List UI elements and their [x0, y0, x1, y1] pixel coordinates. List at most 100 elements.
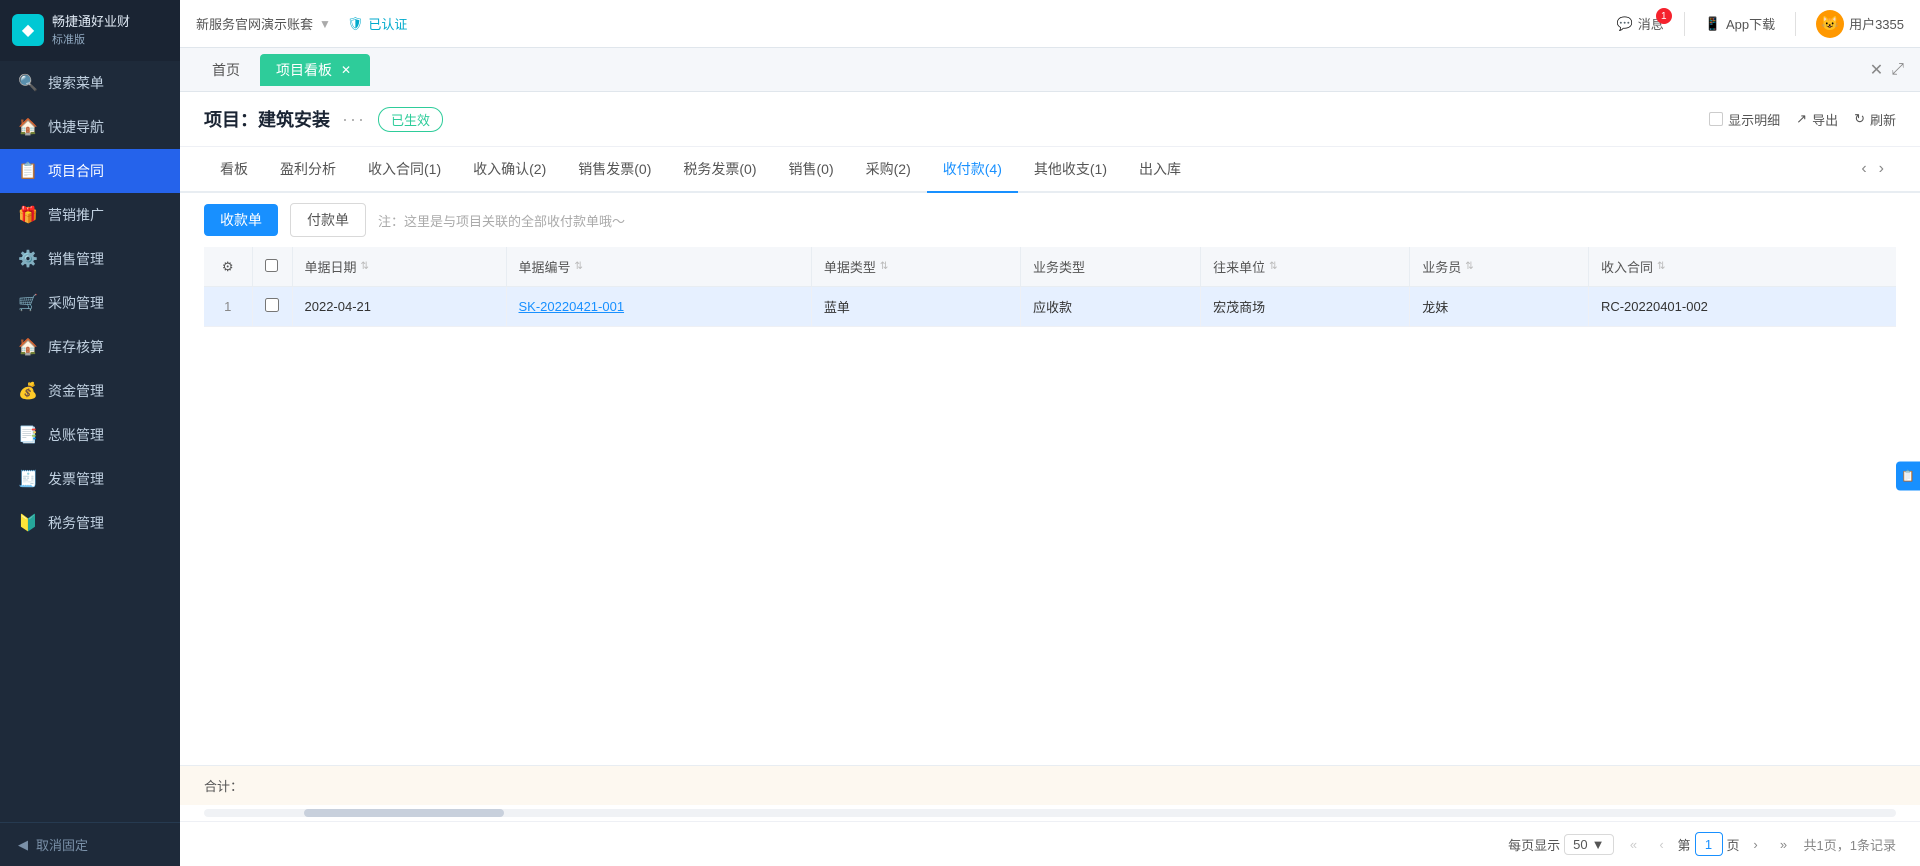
workspace-chevron-icon: ▼: [319, 17, 331, 31]
sub-nav-sales[interactable]: 销售(0): [773, 147, 850, 193]
sidebar-item-marketing[interactable]: 🎁 营销推广: [0, 193, 180, 237]
checkbox-column-header: [252, 247, 292, 287]
document-number-link[interactable]: SK-20220421-001: [519, 299, 625, 314]
per-page-label: 每页显示: [1508, 835, 1560, 854]
side-panel-button[interactable]: 📋: [1896, 462, 1920, 491]
export-button[interactable]: ↗ 导出: [1796, 110, 1838, 129]
date-column-header[interactable]: 单据日期 ⇅: [292, 247, 506, 287]
sidebar-item-purchase[interactable]: 🛒 采购管理: [0, 281, 180, 325]
salesperson-header-label: 业务员: [1422, 257, 1461, 276]
maximize-window-button[interactable]: ⤢: [1891, 61, 1904, 79]
per-page-select[interactable]: 50 ▼: [1564, 834, 1613, 855]
current-page[interactable]: 1: [1695, 832, 1723, 856]
scroll-area: [180, 805, 1920, 821]
shield-icon: 🛡: [347, 16, 364, 32]
payment-tab-button[interactable]: 付款单: [290, 203, 366, 237]
refresh-icon: ↻: [1854, 111, 1865, 127]
project-label-prefix: 项目：: [204, 110, 258, 130]
tab-project-board[interactable]: 项目看板 ✕: [260, 54, 370, 86]
user-menu[interactable]: 😺 用户3355: [1816, 10, 1904, 38]
prev-page-button[interactable]: ‹: [1650, 832, 1674, 856]
sidebar-item-sales[interactable]: ⚙️ 销售管理: [0, 237, 180, 281]
select-all-checkbox[interactable]: [265, 259, 278, 272]
row-partner: 宏茂商场: [1201, 287, 1410, 327]
main-area: 新服务官网演示账套 ▼ 🛡 已认证 💬 消息 1 📱 App下载 😺 用户335…: [180, 0, 1920, 866]
horizontal-scrollbar[interactable]: [204, 809, 1896, 817]
sub-nav-purchase[interactable]: 采购(2): [850, 147, 927, 193]
sidebar-item-invoice[interactable]: 🧾 发票管理: [0, 457, 180, 501]
total-row: 合计：: [180, 765, 1920, 805]
sub-nav-profit[interactable]: 盈利分析: [264, 147, 352, 193]
type-column-header[interactable]: 单据类型 ⇅: [811, 247, 1020, 287]
checkbox-icon[interactable]: [1709, 112, 1723, 126]
tab-home[interactable]: 首页: [196, 54, 256, 86]
next-page-button[interactable]: ›: [1744, 832, 1768, 856]
sub-nav-sales-invoice[interactable]: 销售发票(0): [562, 147, 667, 193]
table-row[interactable]: 1 2022-04-21 SK-20220421-001 蓝单 应收款 宏茂商场…: [204, 287, 1896, 327]
sidebar-item-search[interactable]: 🔍 搜索菜单: [0, 61, 180, 105]
sidebar-item-fund[interactable]: 💰 资金管理: [0, 369, 180, 413]
sort-icon: ⇅: [880, 261, 888, 272]
sub-nav-tax-invoice[interactable]: 税务发票(0): [667, 147, 772, 193]
project-title: 项目：建筑安装: [204, 106, 330, 132]
sidebar-item-ledger[interactable]: 📑 总账管理: [0, 413, 180, 457]
chevron-down-icon: ▼: [1592, 837, 1605, 852]
number-column-header[interactable]: 单据编号 ⇅: [506, 247, 811, 287]
divider: [1684, 12, 1685, 36]
certified-label: 已认证: [368, 14, 407, 33]
sidebar-item-label: 总账管理: [48, 425, 104, 445]
sidebar-item-project-contract[interactable]: 📋 项目合同: [0, 149, 180, 193]
window-controls: ✕ ⤢: [1870, 60, 1904, 80]
biz-type-header-label: 业务类型: [1033, 260, 1085, 275]
divider: [1795, 12, 1796, 36]
row-checkbox[interactable]: [265, 298, 279, 312]
tabbar: 首页 项目看板 ✕ ✕ ⤢: [180, 48, 1920, 92]
unpin-button[interactable]: ◀ 取消固定: [0, 822, 180, 866]
last-page-button[interactable]: »: [1772, 832, 1796, 856]
sidebar-item-label: 发票管理: [48, 469, 104, 489]
sub-nav-prev-arrow[interactable]: ‹: [1857, 160, 1870, 178]
income-contract-header-label: 收入合同: [1601, 257, 1653, 276]
project-more-button[interactable]: ···: [342, 109, 366, 130]
sub-nav-next-arrow[interactable]: ›: [1875, 160, 1888, 178]
partner-header-label: 往来单位: [1213, 257, 1265, 276]
user-label: 用户3355: [1849, 14, 1904, 33]
app-download-button[interactable]: 📱 App下载: [1705, 14, 1775, 33]
settings-icon[interactable]: ⚙: [222, 259, 234, 274]
row-number[interactable]: SK-20220421-001: [506, 287, 811, 327]
sidebar-item-quick-nav[interactable]: 🏠 快捷导航: [0, 105, 180, 149]
purchase-icon: 🛒: [18, 293, 38, 313]
income-contract-column-header[interactable]: 收入合同 ⇅: [1588, 247, 1896, 287]
sub-nav-receipt[interactable]: 收付款(4): [927, 147, 1018, 193]
tab-close-icon[interactable]: ✕: [338, 62, 354, 78]
export-label: 导出: [1812, 110, 1838, 129]
salesperson-column-header[interactable]: 业务员 ⇅: [1410, 247, 1589, 287]
data-table: ⚙ 单据日期 ⇅ 单据编号: [204, 247, 1896, 327]
row-checkbox-cell[interactable]: [252, 287, 292, 327]
sub-nav-income-contract[interactable]: 收入合同(1): [352, 147, 457, 193]
row-biz-type: 应收款: [1020, 287, 1200, 327]
partner-column-header[interactable]: 往来单位 ⇅: [1201, 247, 1410, 287]
sub-nav-kanban[interactable]: 看板: [204, 147, 264, 193]
sub-nav-inout[interactable]: 出入库: [1123, 147, 1197, 193]
sidebar-header: ◆ 畅捷通好业财 标准版: [0, 0, 180, 61]
row-income-contract: RC-20220401-002: [1588, 287, 1896, 327]
workspace-selector[interactable]: 新服务官网演示账套 ▼: [196, 14, 331, 33]
invoice-icon: 🧾: [18, 469, 38, 489]
close-window-button[interactable]: ✕: [1870, 60, 1883, 80]
settings-column-header[interactable]: ⚙: [204, 247, 252, 287]
refresh-button[interactable]: ↻ 刷新: [1854, 110, 1896, 129]
sub-nav-other-income[interactable]: 其他收支(1): [1018, 147, 1123, 193]
sidebar-item-label: 快捷导航: [48, 117, 104, 137]
biz-type-column-header: 业务类型: [1020, 247, 1200, 287]
sidebar-item-tax[interactable]: 🔰 税务管理: [0, 501, 180, 545]
first-page-button[interactable]: «: [1622, 832, 1646, 856]
show-detail-checkbox[interactable]: 显示明细: [1709, 110, 1780, 129]
scroll-thumb[interactable]: [304, 809, 504, 817]
sub-nav-income-confirm[interactable]: 收入确认(2): [457, 147, 562, 193]
message-button[interactable]: 💬 消息 1: [1617, 14, 1664, 33]
receipt-tab-button[interactable]: 收款单: [204, 204, 278, 236]
sidebar-item-label: 销售管理: [48, 249, 104, 269]
tab-project-board-label: 项目看板: [276, 60, 332, 80]
sidebar-item-inventory[interactable]: 🏠 库存核算: [0, 325, 180, 369]
